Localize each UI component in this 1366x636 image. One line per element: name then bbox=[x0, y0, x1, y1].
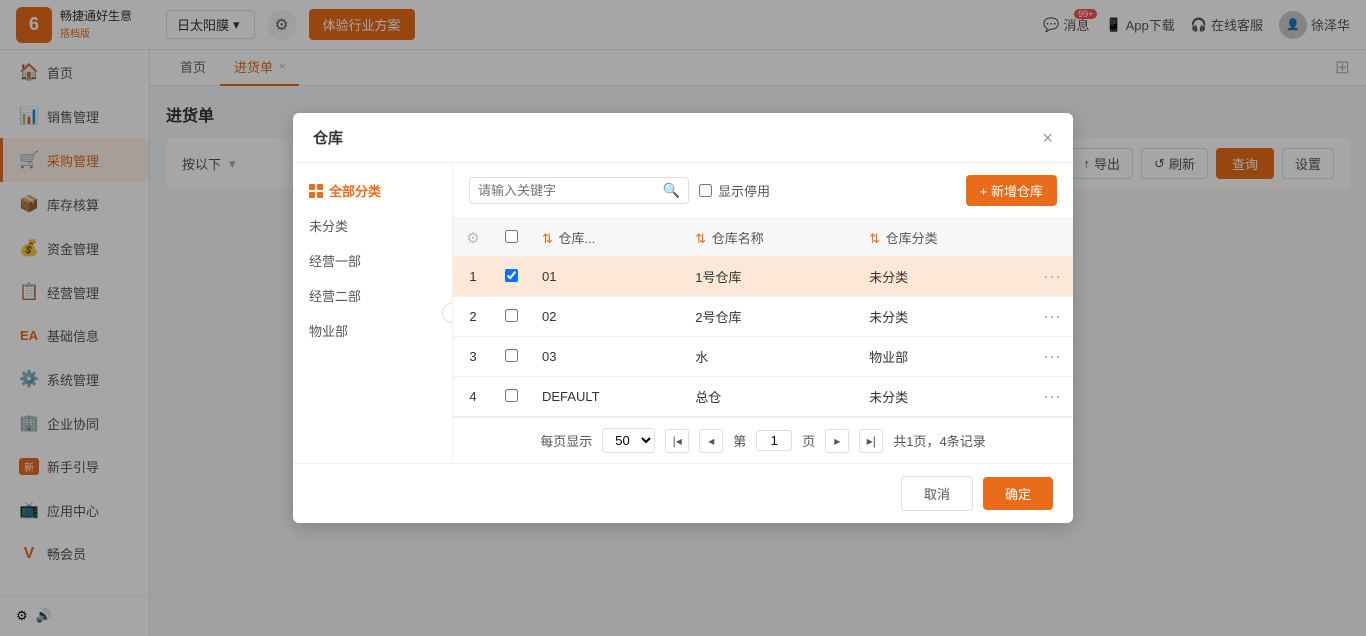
row-num: 3 bbox=[453, 337, 493, 377]
grid-icon bbox=[309, 184, 323, 198]
sort-icon-category: ⇅ bbox=[869, 231, 880, 246]
row-name: 1号仓库 bbox=[683, 257, 857, 297]
row-checkbox[interactable] bbox=[493, 257, 530, 297]
search-icon[interactable]: 🔍 bbox=[663, 182, 680, 199]
category-item-0[interactable]: 未分类 bbox=[293, 208, 452, 243]
category-panel: 全部分类 未分类 经营一部 经营二部 物业部 《 bbox=[293, 163, 453, 463]
category-item-1[interactable]: 经营一部 bbox=[293, 243, 452, 278]
select-all-checkbox[interactable] bbox=[505, 230, 518, 243]
row-name: 总仓 bbox=[683, 377, 857, 417]
sort-icon-name: ⇅ bbox=[695, 231, 706, 246]
modal-close-button[interactable]: × bbox=[1042, 129, 1053, 147]
row-code: DEFAULT bbox=[530, 377, 683, 417]
row-checkbox[interactable] bbox=[493, 297, 530, 337]
page-label: 第 bbox=[733, 431, 746, 450]
show-disabled-checkbox[interactable] bbox=[699, 184, 712, 197]
row-name: 水 bbox=[683, 337, 857, 377]
col-header-gear: ⚙ bbox=[453, 219, 493, 257]
table-toolbar: 🔍 显示停用 + 新增仓库 bbox=[453, 163, 1073, 218]
row-category: 物业部 bbox=[857, 337, 1031, 377]
row-more[interactable]: ··· bbox=[1031, 257, 1073, 297]
row-category: 未分类 bbox=[857, 377, 1031, 417]
col-header-name: ⇅ 仓库名称 bbox=[683, 219, 857, 257]
category-item-3[interactable]: 物业部 bbox=[293, 313, 452, 348]
more-icon[interactable]: ··· bbox=[1043, 306, 1061, 326]
search-input[interactable] bbox=[478, 183, 663, 198]
page-next-button[interactable]: ▸ bbox=[825, 429, 849, 453]
page-unit: 页 bbox=[802, 431, 815, 450]
table-row[interactable]: 4 DEFAULT 总仓 未分类 ··· bbox=[453, 377, 1073, 417]
modal-footer: 取消 确定 bbox=[293, 463, 1073, 523]
cancel-button[interactable]: 取消 bbox=[901, 476, 973, 511]
modal-body: 全部分类 未分类 经营一部 经营二部 物业部 《 bbox=[293, 163, 1073, 463]
category-all[interactable]: 全部分类 bbox=[293, 173, 452, 208]
confirm-button[interactable]: 确定 bbox=[983, 477, 1053, 510]
row-category: 未分类 bbox=[857, 297, 1031, 337]
table-row[interactable]: 2 02 2号仓库 未分类 ··· bbox=[453, 297, 1073, 337]
col-header-actions bbox=[1031, 219, 1073, 257]
show-disabled-label[interactable]: 显示停用 bbox=[699, 181, 770, 200]
sort-icon-code: ⇅ bbox=[542, 231, 553, 246]
table-row[interactable]: 1 01 1号仓库 未分类 ··· bbox=[453, 257, 1073, 297]
col-header-checkbox bbox=[493, 219, 530, 257]
row-name: 2号仓库 bbox=[683, 297, 857, 337]
more-icon[interactable]: ··· bbox=[1043, 386, 1061, 406]
gear-header-icon[interactable]: ⚙ bbox=[466, 230, 479, 247]
table-panel: 🔍 显示停用 + 新增仓库 ⚙ bbox=[453, 163, 1073, 463]
table-body: 1 01 1号仓库 未分类 ··· 2 02 2号仓库 未分类 ··· 3 03… bbox=[453, 257, 1073, 417]
warehouse-table: ⚙ ⇅ 仓库... ⇅ bbox=[453, 218, 1073, 417]
modal-header: 仓库 × bbox=[293, 113, 1073, 163]
row-more[interactable]: ··· bbox=[1031, 377, 1073, 417]
warehouse-modal: 仓库 × 全部分类 未分类 经营一部 经营二部 bbox=[293, 113, 1073, 523]
add-warehouse-button[interactable]: + 新增仓库 bbox=[966, 175, 1057, 206]
row-code: 01 bbox=[530, 257, 683, 297]
category-all-label: 全部分类 bbox=[329, 181, 381, 200]
col-header-code: ⇅ 仓库... bbox=[530, 219, 683, 257]
modal-overlay: 仓库 × 全部分类 未分类 经营一部 经营二部 bbox=[0, 0, 1366, 636]
page-prev-button[interactable]: ◂ bbox=[699, 429, 723, 453]
per-page-label: 每页显示 bbox=[540, 431, 592, 450]
page-first-button[interactable]: |◂ bbox=[665, 429, 689, 453]
table-header-row: ⚙ ⇅ 仓库... ⇅ bbox=[453, 219, 1073, 257]
row-code: 02 bbox=[530, 297, 683, 337]
row-num: 2 bbox=[453, 297, 493, 337]
row-more[interactable]: ··· bbox=[1031, 337, 1073, 377]
row-checkbox[interactable] bbox=[493, 337, 530, 377]
modal-title: 仓库 bbox=[313, 127, 343, 148]
page-input[interactable] bbox=[756, 430, 792, 451]
row-num: 1 bbox=[453, 257, 493, 297]
search-wrap: 🔍 bbox=[469, 177, 689, 204]
table-row[interactable]: 3 03 水 物业部 ··· bbox=[453, 337, 1073, 377]
pagination: 每页显示 50 |◂ ◂ 第 页 ▸ ▸| 共1页，4条记录 bbox=[453, 417, 1073, 463]
more-icon[interactable]: ··· bbox=[1043, 266, 1061, 286]
more-icon[interactable]: ··· bbox=[1043, 346, 1061, 366]
per-page-select[interactable]: 50 bbox=[602, 428, 655, 453]
row-num: 4 bbox=[453, 377, 493, 417]
table-container: ⚙ ⇅ 仓库... ⇅ bbox=[453, 218, 1073, 417]
row-checkbox[interactable] bbox=[493, 377, 530, 417]
total-label: 共1页，4条记录 bbox=[893, 431, 985, 450]
category-item-2[interactable]: 经营二部 bbox=[293, 278, 452, 313]
row-code: 03 bbox=[530, 337, 683, 377]
page-last-button[interactable]: ▸| bbox=[859, 429, 883, 453]
row-category: 未分类 bbox=[857, 257, 1031, 297]
col-header-category: ⇅ 仓库分类 bbox=[857, 219, 1031, 257]
row-more[interactable]: ··· bbox=[1031, 297, 1073, 337]
